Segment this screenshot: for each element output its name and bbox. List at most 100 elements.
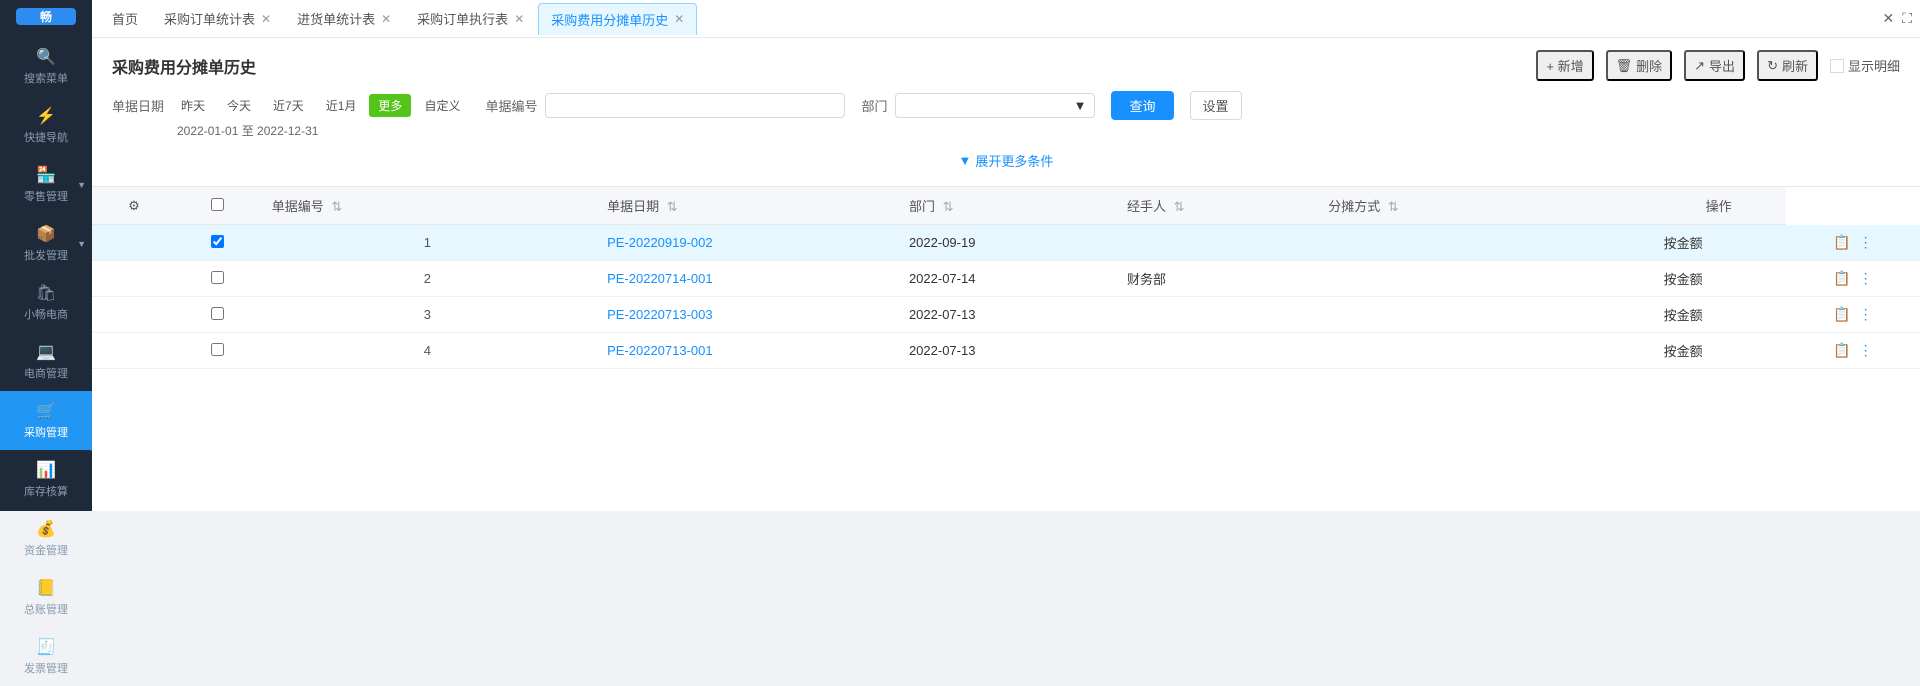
sidebar-item-wholesale[interactable]: 📦 批发管理 ▼ [0,214,92,273]
dept-filter: 部门 ▼ [861,93,1095,118]
dept-select[interactable]: ▼ [895,93,1095,118]
dept-column-header[interactable]: 部门 ⇅ [897,187,1115,225]
doc-num-column-header[interactable]: 单据编号 ⇅ [260,187,595,225]
search-icon: 🔍 [36,47,56,67]
close-window-icon[interactable]: ✕ [1882,10,1894,27]
split-sort-icon[interactable]: ⇅ [1388,199,1399,214]
doc-date-sort-icon[interactable]: ⇅ [667,199,678,214]
delete-icon: 🗑 [1616,58,1633,74]
row-checkbox-cell-1[interactable] [176,261,260,297]
doc-num-link-3[interactable]: PE-20220713-001 [607,343,713,358]
chip-1month[interactable]: 近1月 [317,94,366,117]
split-method-column-header[interactable]: 分摊方式 ⇅ [1316,187,1651,225]
refresh-button[interactable]: ↻ 刷新 [1757,50,1818,81]
row-num-cell-3: 4 [260,333,595,369]
table-header-row: ⚙ 单据编号 ⇅ 单据日期 ⇅ 部门 ⇅ 经手人 [92,187,1920,225]
sidebar-item-search[interactable]: 🔍 搜索菜单 [0,37,92,96]
query-button[interactable]: 查询 [1111,91,1173,120]
quick-nav-icon: ⚡ [36,106,56,126]
chip-7days[interactable]: 近7天 [264,94,313,117]
doc-num-sort-icon[interactable]: ⇅ [331,199,342,214]
settings-button[interactable]: 设置 [1190,91,1242,120]
show-columns-toggle[interactable]: 显示明细 [1830,56,1900,75]
row-doc-num-cell-3[interactable]: PE-20220713-001 [595,333,897,369]
add-button[interactable]: + 新增 [1536,50,1593,81]
row-dept-cell-0 [1115,225,1316,261]
row-doc-num-cell-0[interactable]: PE-20220919-002 [595,225,897,261]
row-split-cell-2: 按金额 [1652,297,1786,333]
row-settings-cell-2 [92,297,176,333]
active-indicator [89,391,92,450]
checkbox-column-header[interactable] [176,187,260,225]
row-checkbox-1[interactable] [211,271,224,284]
doc-num-input[interactable] [545,93,845,118]
table-row: 2 PE-20220714-001 2022-07-14 财务部 按金额 📋 ⋮ [92,261,1920,297]
select-all-checkbox[interactable] [211,198,224,211]
row-checkbox-2[interactable] [211,307,224,320]
edit-icon-3[interactable]: 📋 [1833,342,1850,359]
page-header: 采购费用分摊单历史 + 新增 🗑 删除 ↗ 导出 ↻ 刷新 显示明细 [92,38,1920,81]
close-purchase-cost-history-icon[interactable]: ✕ [674,12,684,26]
row-op-cell-0: 📋 ⋮ [1786,225,1920,261]
tab-home[interactable]: 首页 [100,3,150,35]
row-doc-num-cell-1[interactable]: PE-20220714-001 [595,261,897,297]
table-body: 1 PE-20220919-002 2022-09-19 按金额 📋 ⋮ 2 P… [92,225,1920,369]
more-icon-0[interactable]: ⋮ [1859,234,1873,251]
row-doc-num-cell-2[interactable]: PE-20220713-003 [595,297,897,333]
row-dept-cell-3 [1115,333,1316,369]
dept-sort-icon[interactable]: ⇅ [943,199,954,214]
close-purchase-order-exec-icon[interactable]: ✕ [514,12,524,26]
sidebar-item-finance[interactable]: 💰 资金管理 [0,509,92,568]
doc-date-column-header[interactable]: 单据日期 ⇅ [595,187,897,225]
row-checkbox-cell-2[interactable] [176,297,260,333]
chip-today[interactable]: 今天 [218,94,260,117]
doc-num-link-2[interactable]: PE-20220713-003 [607,307,713,322]
delete-button[interactable]: 🗑 删除 [1606,50,1673,81]
more-icon-1[interactable]: ⋮ [1859,270,1873,287]
row-split-cell-1: 按金额 [1652,261,1786,297]
settings-column-header[interactable]: ⚙ [92,187,176,225]
doc-num-link-0[interactable]: PE-20220919-002 [607,235,713,250]
expand-icon: ▼ [959,153,972,168]
show-columns-checkbox[interactable] [1830,59,1844,73]
tab-purchase-order-exec[interactable]: 采购订单执行表 ✕ [405,3,536,35]
close-purchase-order-stats-icon[interactable]: ✕ [261,12,271,26]
maximize-window-icon[interactable]: ⛶ [1902,10,1912,27]
row-op-cell-3: 📋 ⋮ [1786,333,1920,369]
row-op-cell-2: 📋 ⋮ [1786,297,1920,333]
more-icon-2[interactable]: ⋮ [1859,306,1873,323]
table-container: ⚙ 单据编号 ⇅ 单据日期 ⇅ 部门 ⇅ 经手人 [92,187,1920,511]
row-checkbox-3[interactable] [211,343,224,356]
edit-icon-2[interactable]: 📋 [1833,306,1850,323]
sidebar-item-invoice[interactable]: 🧾 发票管理 [0,627,92,686]
row-checkbox-0[interactable] [211,235,224,248]
tab-inbound-stats[interactable]: 进货单统计表 ✕ [285,3,403,35]
sidebar-item-inventory[interactable]: 📊 库存核算 [0,450,92,509]
row-settings-cell-1 [92,261,176,297]
edit-icon-0[interactable]: 📋 [1833,234,1850,251]
sidebar-item-ecommerce[interactable]: 💻 电商管理 [0,332,92,391]
sidebar-item-ledger[interactable]: 📒 总账管理 [0,568,92,627]
row-checkbox-cell-0[interactable] [176,225,260,261]
sidebar-item-quick-nav[interactable]: ⚡ 快捷导航 [0,96,92,155]
sidebar-item-mini-shop[interactable]: 🛍 小畅电商 [0,273,92,332]
handler-column-header[interactable]: 经手人 ⇅ [1115,187,1316,225]
expand-more-button[interactable]: ▼ 展开更多条件 [959,151,1054,170]
tab-controls: ✕ ⛶ [1882,10,1912,27]
date-filter: 单据日期 昨天 今天 近7天 近1月 更多 自定义 [112,94,469,117]
sidebar-item-retail[interactable]: 🏪 零售管理 ▼ [0,155,92,214]
doc-num-link-1[interactable]: PE-20220714-001 [607,271,713,286]
export-button[interactable]: ↗ 导出 [1684,50,1745,81]
row-checkbox-cell-3[interactable] [176,333,260,369]
tab-purchase-cost-history[interactable]: 采购费用分摊单历史 ✕ [538,3,697,35]
more-icon-3[interactable]: ⋮ [1859,342,1873,359]
chip-yesterday[interactable]: 昨天 [172,94,214,117]
handler-sort-icon[interactable]: ⇅ [1174,199,1185,214]
mini-shop-icon: 🛍 [36,283,56,303]
tab-purchase-order-stats[interactable]: 采购订单统计表 ✕ [152,3,283,35]
edit-icon-1[interactable]: 📋 [1833,270,1850,287]
sidebar-item-purchase[interactable]: 🛒 采购管理 [0,391,92,450]
close-inbound-stats-icon[interactable]: ✕ [381,12,391,26]
chip-custom[interactable]: 自定义 [415,94,469,117]
chip-more[interactable]: 更多 [369,94,411,117]
